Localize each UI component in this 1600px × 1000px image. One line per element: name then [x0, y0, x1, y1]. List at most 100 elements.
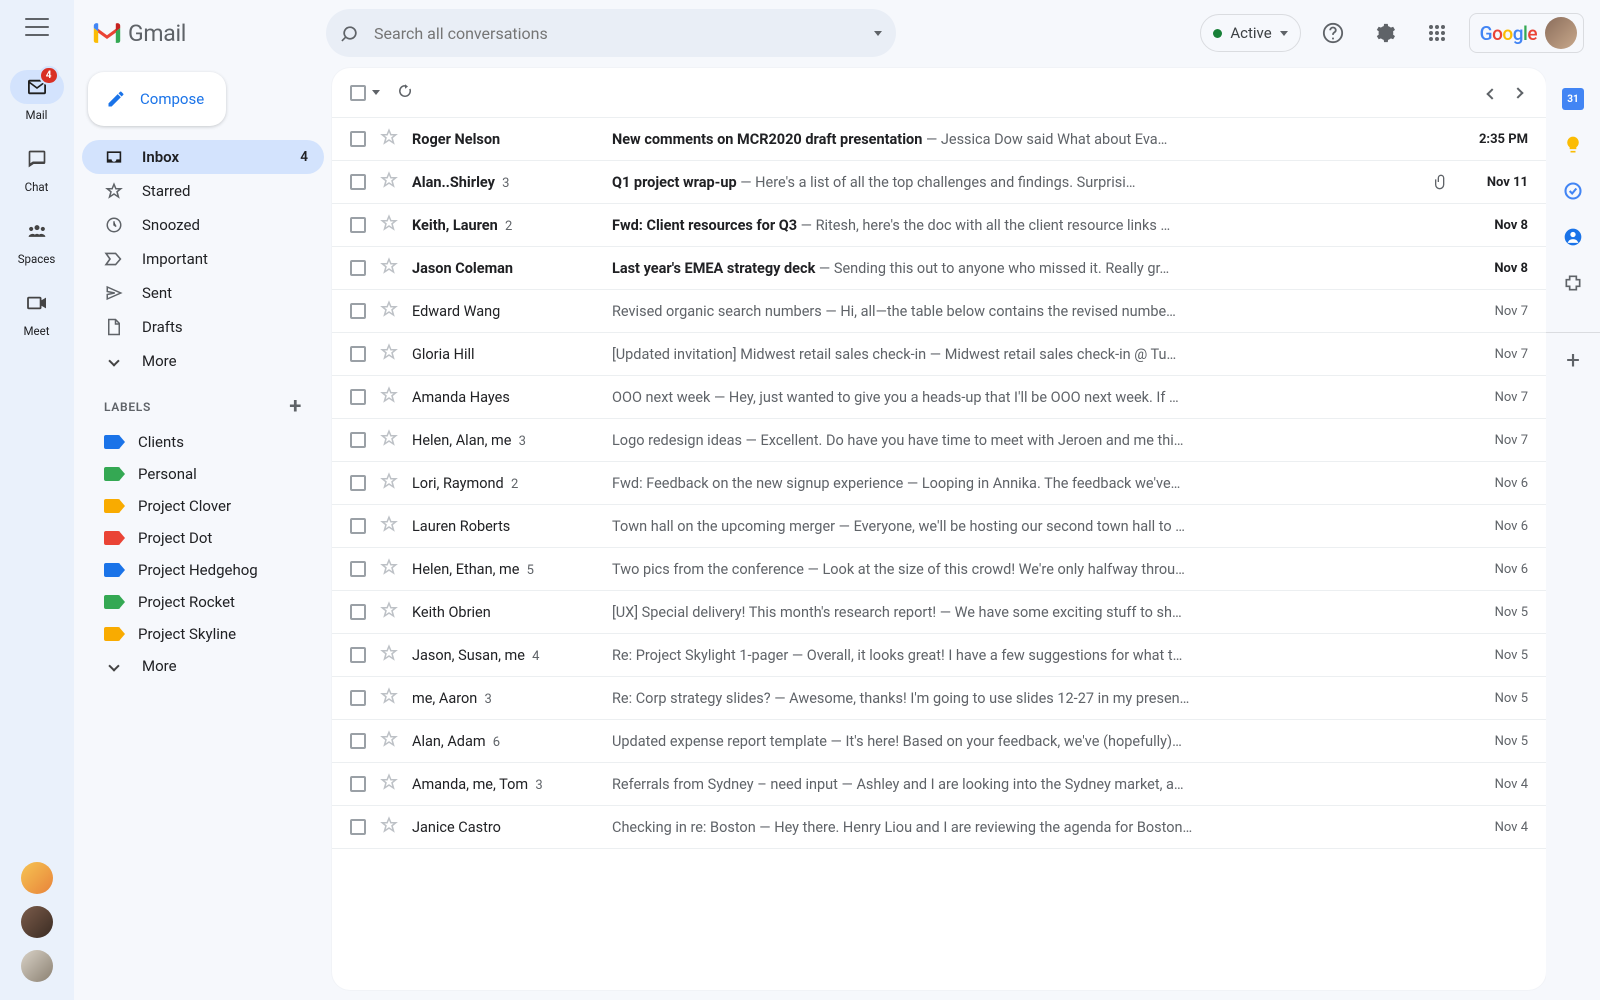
- star-icon[interactable]: [380, 472, 398, 494]
- row-checkbox[interactable]: [350, 690, 366, 706]
- star-icon[interactable]: [380, 429, 398, 451]
- star-icon[interactable]: [380, 257, 398, 279]
- app-rail-mail[interactable]: 4 Mail: [7, 64, 67, 132]
- star-icon[interactable]: [380, 171, 398, 193]
- label-item[interactable]: .label-swatch[style*="#34a853"]::after{b…: [82, 586, 324, 618]
- nav-item-more[interactable]: More: [82, 344, 324, 378]
- star-icon[interactable]: [380, 773, 398, 795]
- get-addons-button[interactable]: +: [1562, 349, 1584, 371]
- message-rows[interactable]: Roger NelsonNew comments on MCR2020 draf…: [332, 118, 1546, 990]
- row-checkbox[interactable]: [350, 174, 366, 190]
- account-chip[interactable]: Google: [1469, 13, 1584, 53]
- message-row[interactable]: Amanda HayesOOO next week — Hey, just wa…: [332, 376, 1546, 419]
- label-item[interactable]: .label-swatch[style*="#f9ab00"]::after{b…: [82, 618, 324, 650]
- message-row[interactable]: Jason, Susan, me 4Re: Project Skylight 1…: [332, 634, 1546, 677]
- row-checkbox[interactable]: [350, 346, 366, 362]
- nav-item-snoozed[interactable]: Snoozed: [82, 208, 324, 242]
- row-checkbox[interactable]: [350, 131, 366, 147]
- labels-more[interactable]: More: [82, 650, 324, 682]
- label-item[interactable]: .label-swatch[style*="#ea4335"]::after{b…: [82, 522, 324, 554]
- label-item[interactable]: .label-swatch[style*="#34a853"]::after{b…: [82, 458, 324, 490]
- star-icon[interactable]: [380, 214, 398, 236]
- search-input[interactable]: [374, 24, 860, 43]
- thread-count: 6: [490, 735, 501, 750]
- message-row[interactable]: Helen, Alan, me 3Logo redesign ideas — E…: [332, 419, 1546, 462]
- keep-app-icon[interactable]: [1562, 134, 1584, 156]
- row-checkbox[interactable]: [350, 647, 366, 663]
- message-row[interactable]: Janice CastroChecking in re: Boston — He…: [332, 806, 1546, 849]
- status-chip[interactable]: Active: [1200, 14, 1300, 52]
- thread-count: 2: [502, 219, 513, 234]
- row-checkbox[interactable]: [350, 518, 366, 534]
- app-rail-spaces[interactable]: Spaces: [7, 208, 67, 276]
- select-dropdown-icon[interactable]: [372, 90, 380, 95]
- star-icon[interactable]: [380, 687, 398, 709]
- message-row[interactable]: Amanda, me, Tom 3Referrals from Sydney –…: [332, 763, 1546, 806]
- row-checkbox[interactable]: [350, 561, 366, 577]
- nav-item-inbox[interactable]: Inbox4: [82, 140, 324, 174]
- star-icon[interactable]: [380, 601, 398, 623]
- message-row[interactable]: Jason ColemanLast year's EMEA strategy d…: [332, 247, 1546, 290]
- label-item[interactable]: .label-swatch[style*="#f9ab00"]::after{b…: [82, 490, 324, 522]
- star-icon[interactable]: [380, 515, 398, 537]
- row-checkbox[interactable]: [350, 475, 366, 491]
- message-row[interactable]: Keith Obrien[UX] Special delivery! This …: [332, 591, 1546, 634]
- message-row[interactable]: Edward WangRevised organic search number…: [332, 290, 1546, 333]
- star-icon[interactable]: [380, 343, 398, 365]
- create-label-button[interactable]: +: [283, 394, 308, 420]
- message-row[interactable]: Gloria Hill[Updated invitation] Midwest …: [332, 333, 1546, 376]
- select-all-checkbox[interactable]: [350, 85, 366, 101]
- tasks-app-icon[interactable]: [1562, 180, 1584, 202]
- support-button[interactable]: [1313, 13, 1353, 53]
- pinned-chat-1[interactable]: [21, 862, 53, 894]
- settings-button[interactable]: [1365, 13, 1405, 53]
- star-icon[interactable]: [380, 730, 398, 752]
- pinned-chat-2[interactable]: [21, 906, 53, 938]
- message-row[interactable]: Alan, Adam 6Updated expense report templ…: [332, 720, 1546, 763]
- message-row[interactable]: Lori, Raymond 2Fwd: Feedback on the new …: [332, 462, 1546, 505]
- search-bar[interactable]: [326, 9, 896, 57]
- row-checkbox[interactable]: [350, 303, 366, 319]
- app-rail-meet[interactable]: Meet: [7, 280, 67, 348]
- refresh-button[interactable]: [390, 76, 420, 110]
- nav-item-sent[interactable]: Sent: [82, 276, 324, 310]
- compose-button[interactable]: Compose: [88, 72, 226, 126]
- contacts-app-icon[interactable]: [1562, 226, 1584, 248]
- star-icon[interactable]: [380, 816, 398, 838]
- row-checkbox[interactable]: [350, 260, 366, 276]
- star-icon[interactable]: [380, 300, 398, 322]
- row-checkbox[interactable]: [350, 776, 366, 792]
- message-row[interactable]: me, Aaron 3Re: Corp strategy slides? — A…: [332, 677, 1546, 720]
- star-icon[interactable]: [380, 386, 398, 408]
- message-row[interactable]: Roger NelsonNew comments on MCR2020 draf…: [332, 118, 1546, 161]
- message-row[interactable]: Alan..Shirley 3Q1 project wrap-up — Here…: [332, 161, 1546, 204]
- search-options-icon[interactable]: [874, 31, 882, 36]
- star-icon[interactable]: [380, 558, 398, 580]
- google-apps-button[interactable]: [1417, 13, 1457, 53]
- row-checkbox[interactable]: [350, 389, 366, 405]
- row-checkbox[interactable]: [350, 604, 366, 620]
- app-rail-chat[interactable]: Chat: [7, 136, 67, 204]
- older-button[interactable]: [1508, 83, 1528, 103]
- row-checkbox[interactable]: [350, 432, 366, 448]
- main-menu-button[interactable]: [25, 18, 49, 36]
- addons-app-icon[interactable]: [1562, 272, 1584, 294]
- nav-item-important[interactable]: Important: [82, 242, 324, 276]
- row-checkbox[interactable]: [350, 217, 366, 233]
- message-row[interactable]: Helen, Ethan, me 5Two pics from the conf…: [332, 548, 1546, 591]
- label-item[interactable]: .label-swatch[style*="#1a73e8"]::after{b…: [82, 426, 324, 458]
- gmail-logo[interactable]: Gmail: [84, 20, 314, 47]
- row-checkbox[interactable]: [350, 733, 366, 749]
- message-row[interactable]: Keith, Lauren 2Fwd: Client resources for…: [332, 204, 1546, 247]
- row-checkbox[interactable]: [350, 819, 366, 835]
- newer-button[interactable]: [1482, 77, 1502, 108]
- label-item[interactable]: .label-swatch[style*="#1a73e8"]::after{b…: [82, 554, 324, 586]
- nav-item-starred[interactable]: Starred: [82, 174, 324, 208]
- pinned-chat-3[interactable]: [21, 950, 53, 982]
- message-row[interactable]: Lauren RobertsTown hall on the upcoming …: [332, 505, 1546, 548]
- nav-item-drafts[interactable]: Drafts: [82, 310, 324, 344]
- nav-item-label: Sent: [142, 284, 172, 302]
- star-icon[interactable]: [380, 644, 398, 666]
- star-icon[interactable]: [380, 128, 398, 150]
- calendar-app-icon[interactable]: 31: [1562, 88, 1584, 110]
